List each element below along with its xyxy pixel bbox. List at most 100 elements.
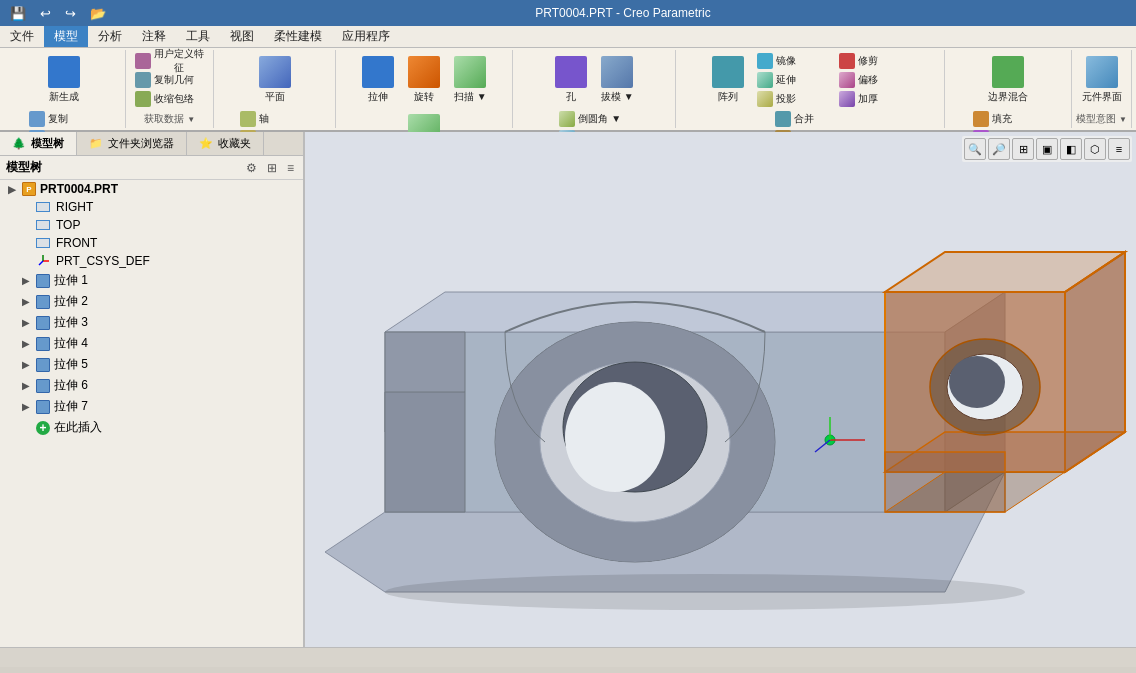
udf-icon [135, 53, 151, 69]
menu-model[interactable]: 模型 [44, 26, 88, 47]
btn-project[interactable]: 投影 [752, 90, 832, 108]
ribbon-group-getdata-label-btn[interactable]: 获取数据 ▼ [144, 112, 195, 126]
filebrowser-tab-icon: 📁 [89, 137, 103, 149]
tree-item-right[interactable]: RIGHT [0, 198, 303, 216]
ribbon-intent-buttons: 元件界面 [1077, 52, 1127, 110]
btn-boundary-blend[interactable]: 边界混合 [983, 52, 1033, 108]
tree-item-ext5[interactable]: ▶ 拉伸 5 [0, 354, 303, 375]
panel-tab-modeltree[interactable]: 🌲 模型树 [0, 132, 77, 155]
thicken-icon [839, 91, 855, 107]
quick-save-btn[interactable]: 💾 [6, 6, 30, 21]
tree-item-front[interactable]: FRONT [0, 234, 303, 252]
draft-icon [601, 56, 633, 88]
btn-round[interactable]: 倒圆角 ▼ [554, 110, 634, 128]
btn-copy[interactable]: 复制 [24, 110, 104, 128]
view-mode-btn2[interactable]: ◧ [1060, 138, 1082, 160]
tree-item-ext2[interactable]: ▶ 拉伸 2 [0, 291, 303, 312]
btn-comp-interface[interactable]: 元件界面 [1077, 52, 1127, 108]
quick-undo-btn[interactable]: ↩ [36, 6, 55, 21]
svg-point-22 [949, 356, 1005, 408]
tree-settings-btn[interactable]: ⚙ [243, 160, 260, 176]
ribbon-edit-col1: 镜像 延伸 投影 [752, 52, 832, 108]
extrude-icon-4 [36, 337, 50, 351]
menu-tools[interactable]: 工具 [176, 26, 220, 47]
btn-extend[interactable]: 延伸 [752, 71, 832, 89]
ribbon-group-shape: 拉伸 旋转 扫描 ▼ 扫描混合 形状 ▼ [336, 50, 513, 128]
menu-flexible[interactable]: 柔性建模 [264, 26, 332, 47]
btn-thicken[interactable]: 加厚 [834, 90, 914, 108]
ext5-expand-icon: ▶ [22, 359, 32, 370]
ribbon-group-getdata: 用户定义特征 复制几何 收缩包络 获取数据 ▼ [126, 50, 215, 128]
menu-file[interactable]: 文件 [0, 26, 44, 47]
tree-header: 模型树 ⚙ ⊞ ≡ [0, 156, 303, 180]
btn-copy-geo[interactable]: 复制几何 [130, 71, 210, 89]
intent-dropdown-arrow: ▼ [1119, 115, 1127, 124]
tree-item-top[interactable]: TOP [0, 216, 303, 234]
ribbon-group-edit: 阵列 镜像 延伸 投影 [676, 50, 945, 128]
ribbon-group-engineering: 孔 拔模 ▼ 倒圆角 ▼ 倒角 ▼ [513, 50, 676, 128]
btn-array[interactable]: 阵列 [706, 52, 750, 108]
quick-open-btn[interactable]: 📂 [86, 6, 110, 21]
tree-item-ext1[interactable]: ▶ 拉伸 1 [0, 270, 303, 291]
ext4-expand-icon: ▶ [22, 338, 32, 349]
view-front-btn[interactable]: ⬡ [1084, 138, 1106, 160]
menu-apps[interactable]: 应用程序 [332, 26, 400, 47]
tree-item-csys[interactable]: PRT_CSYS_DEF [0, 252, 303, 270]
zoom-fit-btn[interactable]: ⊞ [1012, 138, 1034, 160]
btn-axis[interactable]: 轴 [235, 110, 315, 128]
tree-columns-btn[interactable]: ⊞ [264, 160, 280, 176]
ext2-expand-icon: ▶ [22, 296, 32, 307]
compif-icon [1086, 56, 1118, 88]
getdata-dropdown-arrow: ▼ [187, 115, 195, 124]
tree-item-ext4[interactable]: ▶ 拉伸 4 [0, 333, 303, 354]
tree-item-ext6[interactable]: ▶ 拉伸 6 [0, 375, 303, 396]
menu-bar: 文件 模型 分析 注释 工具 视图 柔性建模 应用程序 [0, 26, 1136, 48]
tree-item-ext3[interactable]: ▶ 拉伸 3 [0, 312, 303, 333]
zoom-out-btn[interactable]: 🔎 [988, 138, 1010, 160]
btn-draft[interactable]: 拔模 ▼ [595, 52, 639, 108]
ribbon-group-intent-label-btn[interactable]: 模型意图 ▼ [1076, 112, 1127, 126]
btn-hole[interactable]: 孔 [549, 52, 593, 108]
tree-item-insert[interactable]: + 在此插入 [0, 417, 303, 438]
quick-redo-btn[interactable]: ↪ [61, 6, 80, 21]
ribbon-group-intent: 元件界面 模型意图 ▼ [1072, 50, 1132, 128]
viewport[interactable]: 🔍 🔎 ⊞ ▣ ◧ ⬡ ≡ [305, 132, 1136, 647]
extrude-icon-5 [36, 358, 50, 372]
panel-tab-filebrowser[interactable]: 📁 文件夹浏览器 [77, 132, 187, 155]
btn-fill[interactable]: 填充 [968, 110, 1048, 128]
btn-plane[interactable]: 平面 [253, 52, 297, 108]
view-mode-btn1[interactable]: ▣ [1036, 138, 1058, 160]
view-options-btn[interactable]: ≡ [1108, 138, 1130, 160]
tree-item-ext7[interactable]: ▶ 拉伸 7 [0, 396, 303, 417]
btn-udf[interactable]: 用户定义特征 [130, 52, 210, 70]
root-expand-icon: ▶ [8, 184, 18, 195]
ext6-expand-icon: ▶ [22, 380, 32, 391]
sweep-icon [454, 56, 486, 88]
btn-merge[interactable]: 合并 [770, 110, 850, 128]
ribbon-getdata-col: 用户定义特征 复制几何 收缩包络 [130, 52, 210, 108]
btn-revolve[interactable]: 旋转 [402, 52, 446, 108]
panel-tab-favorites[interactable]: ⭐ 收藏夹 [187, 132, 264, 155]
blend-icon [992, 56, 1024, 88]
svg-line-2 [39, 261, 43, 265]
menu-view[interactable]: 视图 [220, 26, 264, 47]
menu-annotation[interactable]: 注释 [132, 26, 176, 47]
btn-extrude[interactable]: 拉伸 [356, 52, 400, 108]
btn-mirror[interactable]: 镜像 [752, 52, 832, 70]
ext7-expand-icon: ▶ [22, 401, 32, 412]
btn-sweep[interactable]: 扫描 ▼ [448, 52, 492, 108]
btn-new-generate[interactable]: 新生成 [42, 52, 86, 108]
tree-item-root[interactable]: ▶ P PRT0004.PRT [0, 180, 303, 198]
tree-title: 模型树 [6, 159, 239, 176]
status-bar [0, 647, 1136, 667]
btn-offset[interactable]: 偏移 [834, 71, 914, 89]
left-panel: 🌲 模型树 📁 文件夹浏览器 ⭐ 收藏夹 模型树 ⚙ ⊞ ≡ ▶ P PRT00… [0, 132, 305, 647]
favorites-tab-icon: ⭐ [199, 137, 213, 149]
extrude-icon-7 [36, 400, 50, 414]
plane-icon-front [36, 238, 50, 248]
menu-analysis[interactable]: 分析 [88, 26, 132, 47]
tree-filter-btn[interactable]: ≡ [284, 160, 297, 176]
btn-shrink-wrap2[interactable]: 收缩包络 [130, 90, 210, 108]
zoom-in-btn[interactable]: 🔍 [964, 138, 986, 160]
btn-trim[interactable]: 修剪 [834, 52, 914, 70]
